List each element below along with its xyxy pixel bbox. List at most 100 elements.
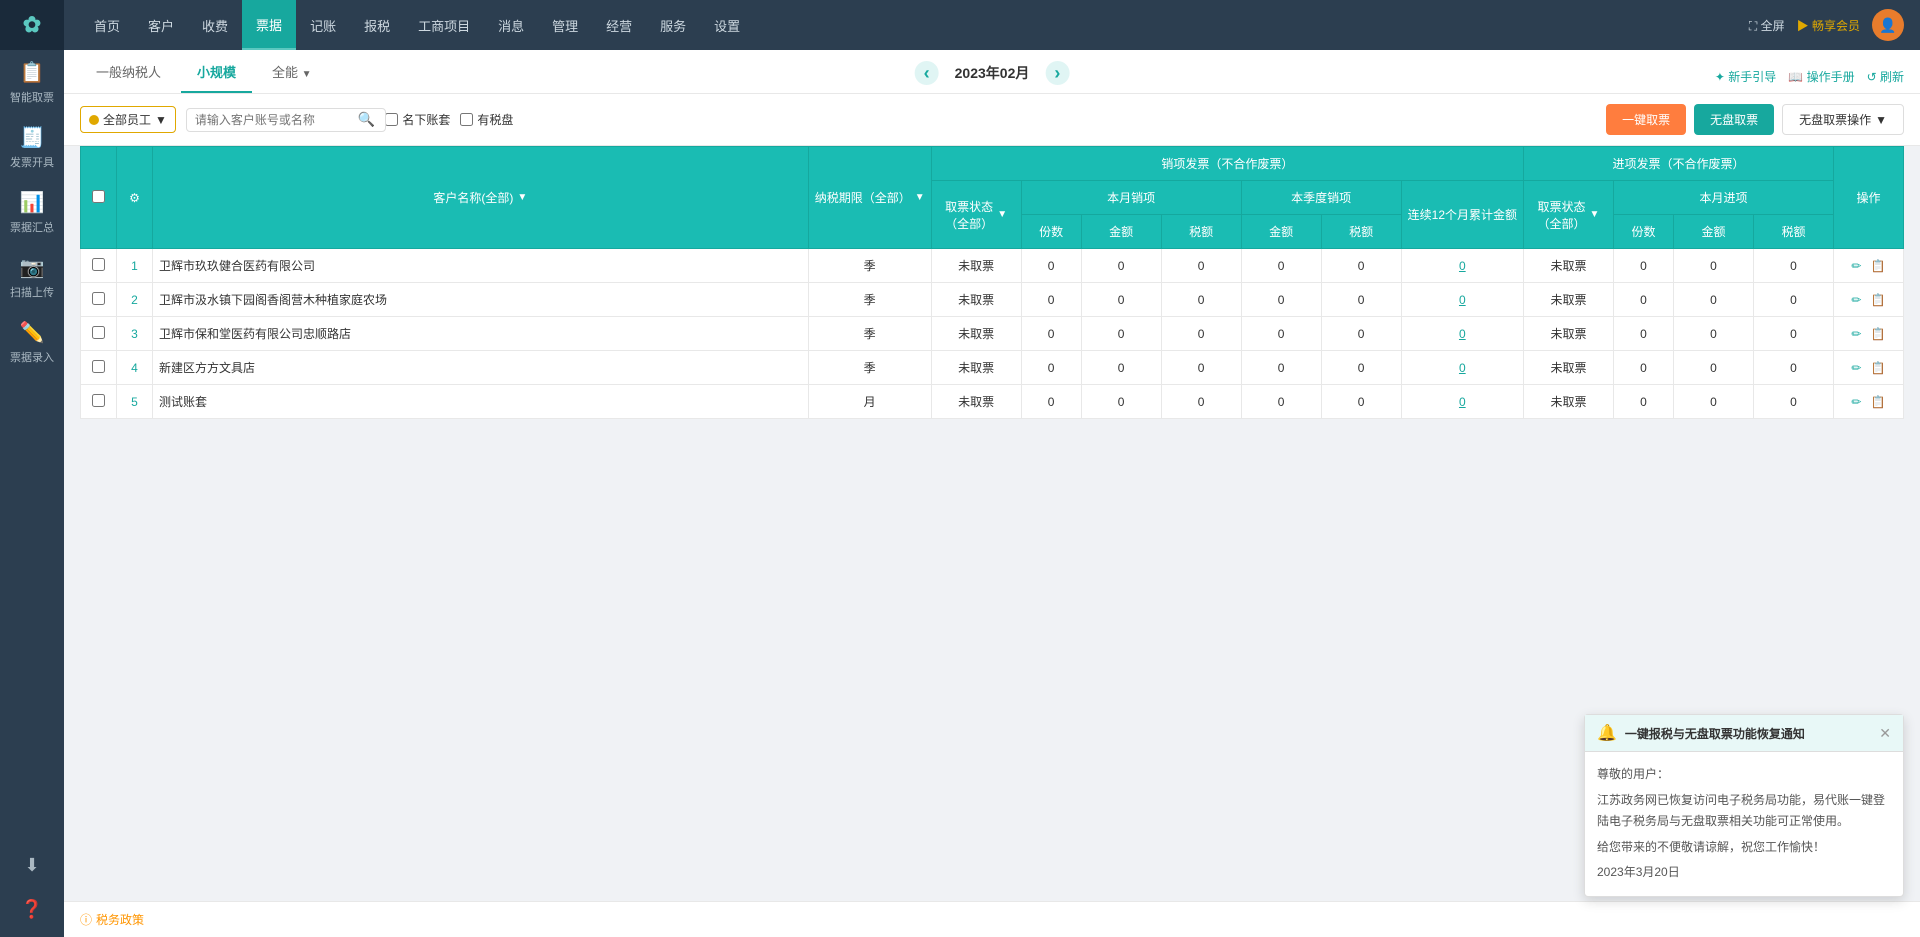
row-detail-icon[interactable]: 📋	[1871, 361, 1886, 375]
member-btn[interactable]: ▶ 畅享会员	[1797, 17, 1860, 34]
notif-content: 江苏政务网已恢复访问电子税务局功能，易代账一键登陆电子税务局与无盘取票相关功能可…	[1597, 790, 1891, 833]
row-input-cancel-cell: 未取票	[1524, 283, 1614, 317]
employee-select-dropdown[interactable]: 全部员工 ▼	[80, 106, 176, 133]
period-next-btn[interactable]: ›	[1045, 61, 1069, 85]
row-number: 1	[131, 259, 138, 273]
select-all-checkbox[interactable]	[92, 190, 105, 203]
row-checkbox[interactable]	[92, 292, 105, 305]
row-number: 5	[131, 395, 138, 409]
nav-clients[interactable]: 客户	[134, 0, 188, 50]
row-detail-icon[interactable]: 📋	[1871, 327, 1886, 341]
nav-manage[interactable]: 管理	[538, 0, 592, 50]
sidebar-item-ticket-summary[interactable]: 📊 票据汇总	[0, 180, 64, 245]
nav-tickets[interactable]: 票据	[242, 0, 296, 50]
row-checkbox[interactable]	[92, 360, 105, 373]
row-im-amount-cell: 0	[1674, 249, 1754, 283]
nav-business[interactable]: 工商项目	[404, 0, 484, 50]
sidebar-item-invoice-issue[interactable]: 🧾 发票开具	[0, 115, 64, 180]
hastaxdisk-checkbox[interactable]	[460, 113, 473, 126]
period-prev-btn[interactable]: ‹	[915, 61, 939, 85]
onekey-ticket-button[interactable]: 一键取票	[1606, 104, 1686, 135]
row-s12m-cell: 0	[1401, 351, 1523, 385]
nav-home[interactable]: 首页	[80, 0, 134, 50]
nav-operation[interactable]: 经营	[592, 0, 646, 50]
row-detail-icon[interactable]: 📋	[1871, 259, 1886, 273]
nodisk-ops-button[interactable]: 无盘取票操作 ▼	[1782, 104, 1904, 135]
row-s12m-link[interactable]: 0	[1459, 293, 1466, 307]
tax-period-filter-icon[interactable]: ▼	[915, 192, 925, 203]
nav-billing[interactable]: 收费	[188, 0, 242, 50]
row-edit-icon[interactable]: ✏	[1851, 293, 1861, 307]
row-s12m-link[interactable]: 0	[1459, 327, 1466, 341]
row-edit-icon[interactable]: ✏	[1851, 361, 1861, 375]
hastaxdisk-checkbox-label[interactable]: 有税盘	[460, 111, 513, 128]
row-sq-tax-cell: 0	[1321, 351, 1401, 385]
employee-label: 全部员工	[103, 111, 151, 128]
underaccount-checkbox[interactable]	[385, 113, 398, 126]
row-s12m-link[interactable]: 0	[1459, 395, 1466, 409]
sidebar-item-intelligent-ticket[interactable]: 📋 智能取票	[0, 50, 64, 115]
row-sm-amount-cell: 0	[1081, 283, 1161, 317]
underaccount-checkbox-label[interactable]: 名下账套	[385, 111, 450, 128]
manual-link[interactable]: 📖 操作手册	[1788, 68, 1854, 85]
row-sm-count-cell: 0	[1021, 249, 1081, 283]
row-checkbox[interactable]	[92, 326, 105, 339]
th-sales-12month: 连续12个月累计金额	[1401, 181, 1523, 249]
notification-body: 尊敬的用户： 江苏政务网已恢复访问电子税务局功能，易代账一键登陆电子税务局与无盘…	[1585, 752, 1903, 896]
search-input[interactable]	[186, 108, 386, 132]
tickets-table: ⚙ 客户名称(全部) ▼ 纳税期限（全部） ▼	[80, 146, 1904, 419]
row-sq-amount-cell: 0	[1241, 385, 1321, 419]
row-edit-icon[interactable]: ✏	[1851, 395, 1861, 409]
nav-message[interactable]: 消息	[484, 0, 538, 50]
user-avatar[interactable]: 👤	[1872, 9, 1904, 41]
sidebar-item-label: 智能取票	[10, 89, 54, 105]
table-row: 3 卫辉市保和堂医药有限公司忠顺路店 季 未取票 0 0 0 0 0 0 未取票…	[81, 317, 1904, 351]
row-s12m-link[interactable]: 0	[1459, 259, 1466, 273]
sidebar-help-icon[interactable]: ❓	[0, 891, 64, 927]
th-settings[interactable]: ⚙	[117, 147, 153, 249]
nav-settings[interactable]: 设置	[700, 0, 754, 50]
row-s12m-link[interactable]: 0	[1459, 361, 1466, 375]
row-customer-cell: 测试账套	[153, 385, 809, 419]
subtab-small-scale[interactable]: 小规模	[181, 52, 252, 93]
topnav-right: ⛶ 全屏 ▶ 畅享会员 👤	[1749, 9, 1904, 41]
row-sm-count-cell: 0	[1021, 385, 1081, 419]
fullscreen-btn[interactable]: ⛶ 全屏	[1749, 17, 1785, 34]
row-edit-icon[interactable]: ✏	[1851, 259, 1861, 273]
sidebar-download-icon[interactable]: ⬇	[0, 847, 64, 883]
row-operation-cell: ✏ 📋	[1834, 351, 1904, 385]
subtab-general-taxpayer[interactable]: 一般纳税人	[80, 52, 177, 93]
row-detail-icon[interactable]: 📋	[1871, 395, 1886, 409]
refresh-link[interactable]: ↺ 刷新	[1867, 68, 1904, 85]
nav-bookkeeping[interactable]: 记账	[296, 0, 350, 50]
row-customer-cell: 新建区方方文具店	[153, 351, 809, 385]
row-im-count-cell: 0	[1614, 351, 1674, 385]
th-input-cancel-status: 取票状态（全部） ▼	[1524, 181, 1614, 249]
row-customer-cell: 卫辉市保和堂医药有限公司忠顺路店	[153, 317, 809, 351]
sidebar-item-scan-upload[interactable]: 📷 扫描上传	[0, 245, 64, 310]
sidebar-item-ticket-entry[interactable]: ✏️ 票据录入	[0, 310, 64, 375]
row-checkbox[interactable]	[92, 258, 105, 271]
row-detail-icon[interactable]: 📋	[1871, 293, 1886, 307]
nodisk-ticket-button[interactable]: 无盘取票	[1694, 104, 1774, 135]
row-s12m-cell: 0	[1401, 249, 1523, 283]
subtab-all[interactable]: 全能 ▼	[256, 52, 328, 93]
row-s12m-cell: 0	[1401, 283, 1523, 317]
customer-filter-icon[interactable]: ▼	[517, 192, 527, 203]
row-im-tax-cell: 0	[1754, 249, 1834, 283]
row-sales-cancel-cell: 未取票	[931, 317, 1021, 351]
notification-close-button[interactable]: ✕	[1879, 725, 1891, 742]
th-checkbox-all	[81, 147, 117, 249]
notification-title: 一键报税与无盘取票功能恢复通知	[1625, 725, 1805, 742]
th-sm-amount: 金额	[1081, 215, 1161, 249]
nav-tax[interactable]: 报税	[350, 0, 404, 50]
tax-policy-link[interactable]: 税务政策	[96, 911, 144, 928]
row-edit-icon[interactable]: ✏	[1851, 327, 1861, 341]
guide-link[interactable]: ✦ 新手引导	[1715, 68, 1776, 85]
nav-service[interactable]: 服务	[646, 0, 700, 50]
search-button[interactable]: 🔍	[358, 111, 375, 128]
input-cancel-filter-icon[interactable]: ▼	[1590, 209, 1600, 220]
row-checkbox[interactable]	[92, 394, 105, 407]
sales-cancel-filter-icon[interactable]: ▼	[997, 209, 1007, 220]
subtabs-right-links: ✦ 新手引导 📖 操作手册 ↺ 刷新	[1715, 68, 1904, 93]
